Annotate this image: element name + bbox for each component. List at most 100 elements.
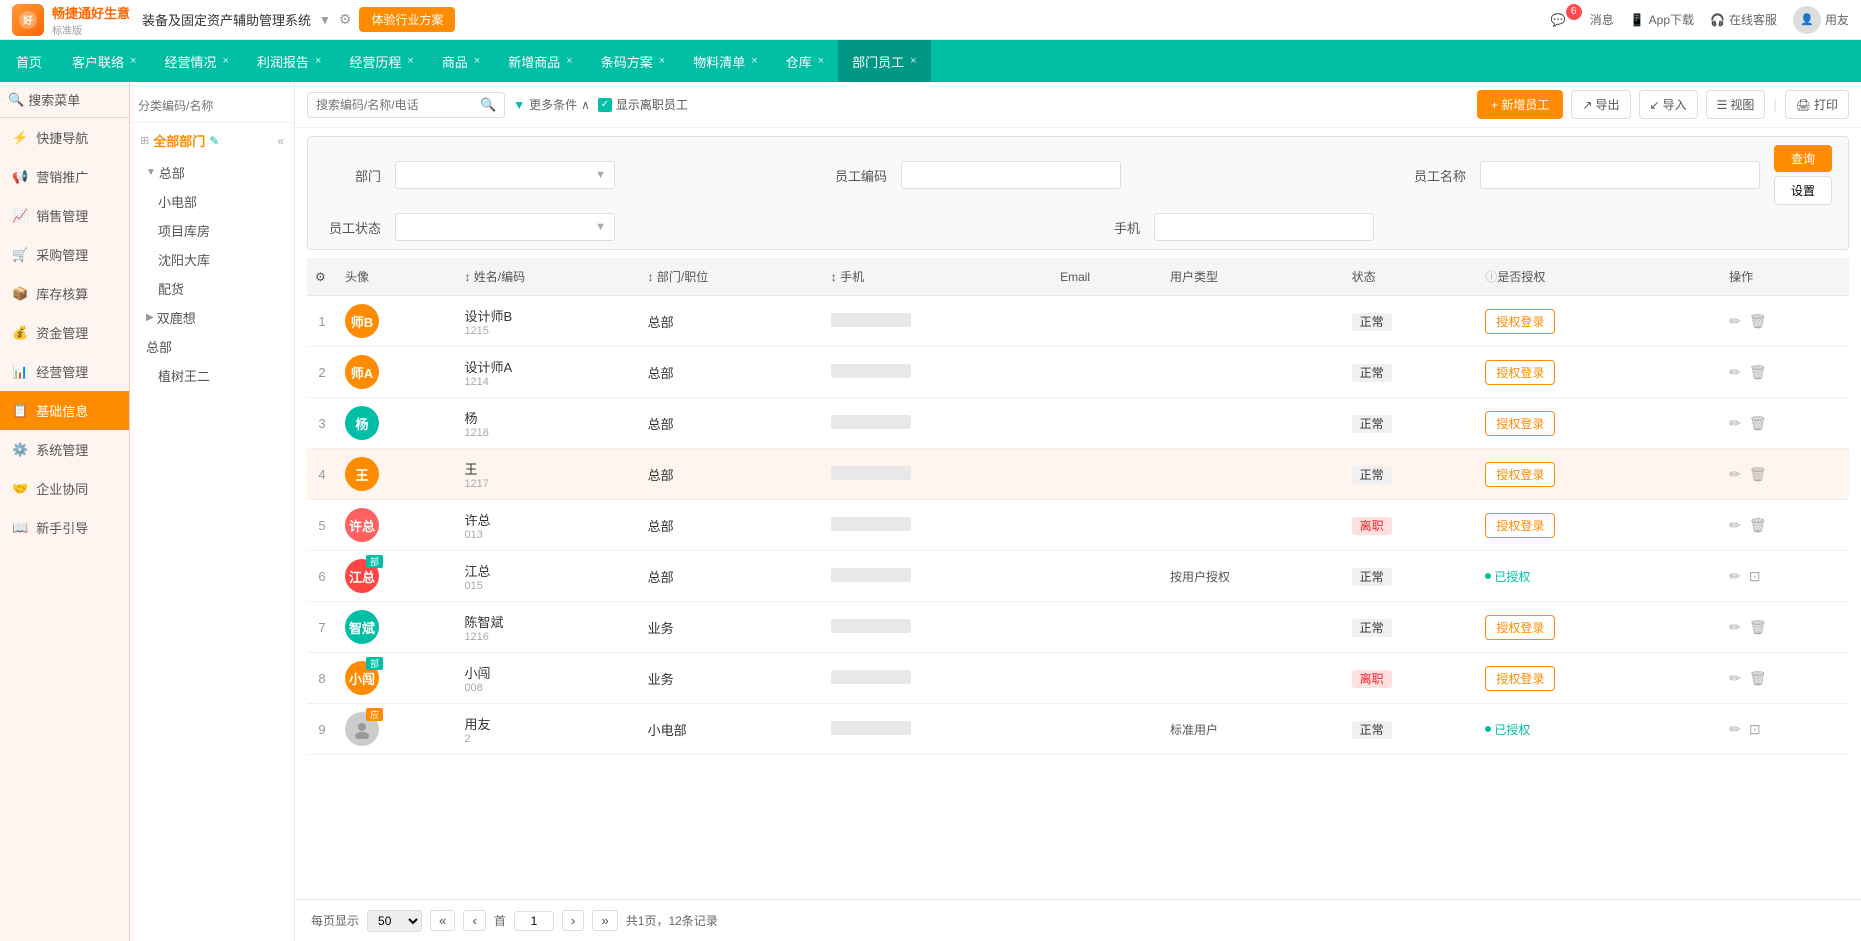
edit-icon-6[interactable]: ✏	[1729, 568, 1741, 585]
delete-icon-7[interactable]: 🗑	[1749, 619, 1767, 636]
dept-collapse-icon[interactable]: «	[277, 134, 284, 148]
dept-select[interactable]: ▼	[395, 161, 615, 189]
close-profit-icon[interactable]: ×	[315, 55, 321, 67]
edit-icon-8[interactable]: ✏	[1729, 670, 1741, 687]
auth-btn-4[interactable]: 授权登录	[1485, 462, 1555, 487]
close-barcode-icon[interactable]: ×	[659, 55, 665, 67]
set-btn[interactable]: 设置	[1774, 176, 1832, 205]
dept-tree-item-shuanglu[interactable]: ▶ 双鹿想	[130, 303, 294, 332]
nav-item-profit[interactable]: 利润报告 ×	[243, 40, 335, 82]
user-menu-btn[interactable]: 👤 用友	[1793, 6, 1849, 34]
left-nav-item-system[interactable]: ⚙️ 系统管理	[0, 430, 129, 469]
nav-item-add-goods[interactable]: 新增商品 ×	[494, 40, 586, 82]
left-nav-item-purchase[interactable]: 🛒 采购管理	[0, 235, 129, 274]
dept-tree-item-project-room[interactable]: 项目库房	[130, 216, 294, 245]
left-nav-item-marketing[interactable]: 📢 营销推广	[0, 157, 129, 196]
nav-item-home[interactable]: 首页	[0, 40, 58, 82]
show-inactive-checkbox[interactable]: ✓	[598, 98, 612, 112]
emp-name-input[interactable]	[1480, 161, 1760, 189]
next-page-btn[interactable]: ›	[562, 910, 584, 931]
edit-icon-9[interactable]: ✏	[1729, 721, 1741, 738]
phone-input[interactable]	[1154, 213, 1374, 241]
dept-tree-item-shenyang[interactable]: 沈阳大库	[130, 245, 294, 274]
page-number-input[interactable]	[514, 911, 554, 931]
search-icon-btn[interactable]: 🔍	[480, 97, 496, 113]
dept-tree-item-small-elec[interactable]: 小电部	[130, 187, 294, 216]
copy-icon-9[interactable]: ⊡	[1749, 721, 1761, 738]
left-nav-item-quick[interactable]: ⚡ 快捷导航	[0, 118, 129, 157]
gear-icon[interactable]: ⚙	[339, 11, 352, 28]
message-btn[interactable]: 💬 6 消息	[1551, 11, 1614, 28]
nav-item-warehouse[interactable]: 仓库 ×	[772, 40, 838, 82]
left-nav-item-operations[interactable]: 📊 经营管理	[0, 352, 129, 391]
nav-item-employees[interactable]: 部门员工 ×	[838, 40, 930, 82]
show-inactive-toggle[interactable]: ✓ 显示离职员工	[598, 96, 688, 113]
close-bom-icon[interactable]: ×	[751, 55, 757, 67]
auth-btn-7[interactable]: 授权登录	[1485, 615, 1555, 640]
query-btn[interactable]: 查询	[1774, 145, 1832, 172]
left-nav-item-basic[interactable]: 📋 基础信息	[0, 391, 129, 430]
delete-icon-8[interactable]: 🗑	[1749, 670, 1767, 687]
status-select[interactable]: ▼	[395, 213, 615, 241]
trial-btn[interactable]: 体验行业方案	[359, 7, 455, 32]
left-nav-item-guide[interactable]: 📖 新手引导	[0, 508, 129, 547]
auth-btn-3[interactable]: 授权登录	[1485, 411, 1555, 436]
delete-icon-2[interactable]: 🗑	[1749, 364, 1767, 381]
left-nav-item-sales[interactable]: 📈 销售管理	[0, 196, 129, 235]
auth-btn-2[interactable]: 授权登录	[1485, 360, 1555, 385]
dept-edit-icon[interactable]: ✎	[209, 134, 219, 148]
copy-icon-6[interactable]: ⊡	[1749, 568, 1761, 585]
close-operations-icon[interactable]: ×	[222, 55, 228, 67]
close-customers-icon[interactable]: ×	[130, 55, 136, 67]
edit-icon-7[interactable]: ✏	[1729, 619, 1741, 636]
delete-icon-4[interactable]: 🗑	[1749, 466, 1767, 483]
col-name-code[interactable]: ↕ 姓名/编码	[456, 258, 639, 296]
close-add-goods-icon[interactable]: ×	[566, 55, 572, 67]
edit-icon-2[interactable]: ✏	[1729, 364, 1741, 381]
emp-code-input[interactable]	[901, 161, 1121, 189]
import-btn[interactable]: ↙ 导入	[1639, 90, 1698, 119]
delete-icon-3[interactable]: 🗑	[1749, 415, 1767, 432]
edit-icon-4[interactable]: ✏	[1729, 466, 1741, 483]
prev-page-btn[interactable]: ‹	[463, 910, 485, 931]
print-btn[interactable]: 🖨 打印	[1785, 90, 1849, 119]
auth-btn-8[interactable]: 授权登录	[1485, 666, 1555, 691]
col-phone[interactable]: ↕ 手机	[823, 258, 1052, 296]
dept-search-input[interactable]	[138, 99, 293, 113]
add-employee-btn[interactable]: + 新增员工	[1477, 90, 1563, 119]
export-btn[interactable]: ↗ 导出	[1571, 90, 1630, 119]
close-warehouse-icon[interactable]: ×	[818, 55, 824, 67]
delete-icon-5[interactable]: 🗑	[1749, 517, 1767, 534]
left-nav-item-inventory[interactable]: 📦 库存核算	[0, 274, 129, 313]
first-page-btn[interactable]: «	[430, 910, 455, 931]
edit-icon-3[interactable]: ✏	[1729, 415, 1741, 432]
edit-icon-1[interactable]: ✏	[1729, 313, 1741, 330]
auth-btn-1[interactable]: 授权登录	[1485, 309, 1555, 334]
col-dept-position[interactable]: ↕ 部门/职位	[640, 258, 823, 296]
dept-tree-item-zhishu[interactable]: 植树王二	[130, 361, 294, 390]
nav-item-goods[interactable]: 商品 ×	[428, 40, 494, 82]
last-page-btn[interactable]: »	[592, 910, 617, 931]
dept-tree-item-zongbu[interactable]: 总部	[130, 332, 294, 361]
nav-item-operations[interactable]: 经营情况 ×	[150, 40, 242, 82]
col-settings[interactable]: ⚙	[307, 258, 337, 296]
app-download-btn[interactable]: 📱 App下载	[1630, 11, 1694, 28]
nav-item-barcode[interactable]: 条码方案 ×	[587, 40, 679, 82]
close-goods-icon[interactable]: ×	[474, 55, 480, 67]
dept-tree-item-headquarters[interactable]: ▼ 总部	[130, 158, 294, 187]
filter-more-btn[interactable]: ▼ 更多条件 ∧	[513, 96, 590, 113]
online-service-btn[interactable]: 🎧 在线客服	[1710, 11, 1777, 28]
left-nav-item-finance[interactable]: 💰 资金管理	[0, 313, 129, 352]
left-nav-item-collab[interactable]: 🤝 企业协同	[0, 469, 129, 508]
delete-icon-1[interactable]: 🗑	[1749, 313, 1767, 330]
close-employees-icon[interactable]: ×	[910, 55, 916, 67]
per-page-select[interactable]: 50 100 200	[367, 910, 422, 932]
nav-item-bom[interactable]: 物料清单 ×	[679, 40, 771, 82]
nav-item-customers[interactable]: 客户联络 ×	[58, 40, 150, 82]
search-input[interactable]	[316, 98, 476, 112]
dept-tree-header-row[interactable]: ⊞ 全部部门 ✎ «	[130, 123, 294, 158]
edit-icon-5[interactable]: ✏	[1729, 517, 1741, 534]
dept-tree-item-peihuo[interactable]: 配货	[130, 274, 294, 303]
auth-btn-5[interactable]: 授权登录	[1485, 513, 1555, 538]
dropdown-arrow-icon[interactable]: ▼	[319, 13, 331, 27]
